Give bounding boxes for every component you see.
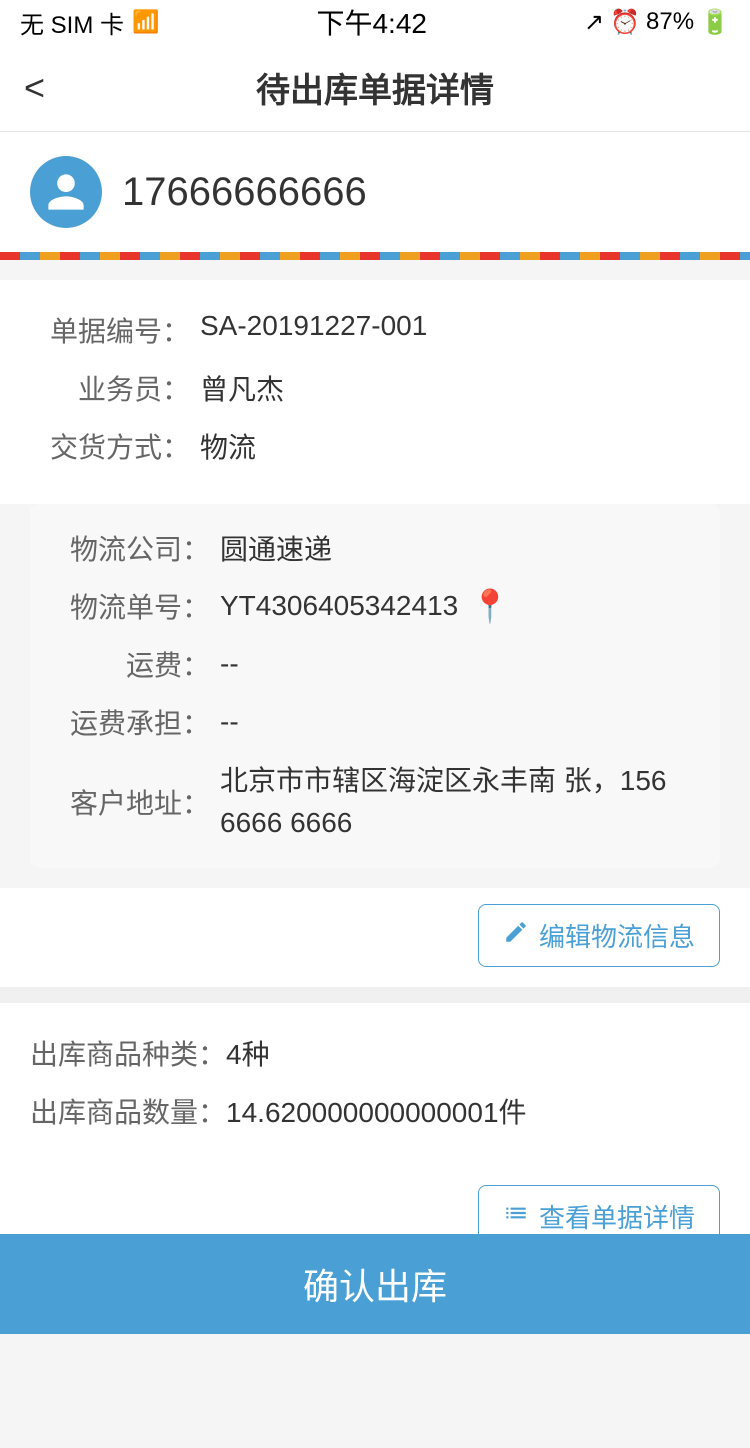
- avatar: [30, 156, 102, 228]
- status-left: 无 SIM 卡 📶: [20, 5, 159, 40]
- location-status-icon: ↗: [584, 8, 604, 37]
- battery-icon: 🔋: [700, 8, 730, 37]
- tracking-row: 物流单号： YT4306405342413 📍: [50, 586, 700, 626]
- freight-burden-row: 运费承担： --: [50, 702, 700, 742]
- salesperson-value: 曾凡杰: [190, 368, 720, 408]
- delivery-label: 交货方式：: [30, 426, 190, 466]
- delivery-value: 物流: [190, 426, 720, 466]
- clock-icon: ⏰: [610, 8, 640, 37]
- address-row: 客户地址： 北京市市辖区海淀区永丰南 张，156 6666 6666: [50, 760, 700, 844]
- address-value: 北京市市辖区海淀区永丰南 张，156 6666 6666: [210, 760, 700, 844]
- doc-number-row: 单据编号： SA-20191227-001: [30, 310, 720, 350]
- confirm-button-label: 确认出库: [303, 1258, 447, 1310]
- freight-burden-value: --: [210, 706, 700, 738]
- edit-logistics-button[interactable]: 编辑物流信息: [478, 904, 720, 967]
- goods-section: 出库商品种类： 4种 出库商品数量： 14.620000000000001件: [0, 1003, 750, 1169]
- list-icon: [503, 1200, 529, 1233]
- goods-category-label: 出库商品种类：: [30, 1033, 226, 1073]
- order-info-section: 单据编号： SA-20191227-001 业务员： 曾凡杰 交货方式： 物流: [0, 280, 750, 504]
- company-row: 物流公司： 圆通速递: [50, 528, 700, 568]
- back-button[interactable]: <: [24, 67, 45, 109]
- tracking-value: YT4306405342413 📍: [210, 587, 700, 625]
- address-label: 客户地址：: [50, 782, 210, 822]
- doc-number-value: SA-20191227-001: [190, 310, 720, 342]
- freight-row: 运费： --: [50, 644, 700, 684]
- carrier-label: 无 SIM 卡: [20, 5, 124, 40]
- company-value: 圆通速递: [210, 528, 700, 568]
- delivery-row: 交货方式： 物流: [30, 426, 720, 466]
- status-bar: 无 SIM 卡 📶 下午4:42 ↗ ⏰ 87% 🔋: [0, 0, 750, 44]
- wifi-icon: 📶: [132, 9, 159, 35]
- page-title: 待出库单据详情: [256, 63, 494, 112]
- confirm-bar[interactable]: 确认出库: [0, 1234, 750, 1334]
- goods-category-value: 4种: [226, 1033, 720, 1073]
- freight-label: 运费：: [50, 644, 210, 684]
- salesperson-row: 业务员： 曾凡杰: [30, 368, 720, 408]
- edit-icon: [503, 919, 529, 952]
- goods-quantity-value: 14.620000000000001件: [226, 1091, 720, 1131]
- user-icon: [44, 170, 88, 214]
- logistics-card: 物流公司： 圆通速递 物流单号： YT4306405342413 📍 运费： -…: [30, 504, 720, 868]
- freight-value: --: [210, 648, 700, 680]
- goods-category-row: 出库商品种类： 4种: [30, 1033, 720, 1073]
- tracking-label: 物流单号：: [50, 586, 210, 626]
- goods-quantity-label: 出库商品数量：: [30, 1091, 226, 1131]
- customer-phone: 17666666666: [122, 170, 367, 215]
- status-right: ↗ ⏰ 87% 🔋: [584, 8, 730, 37]
- customer-section: 17666666666: [0, 132, 750, 252]
- nav-bar: < 待出库单据详情: [0, 44, 750, 132]
- tracking-location-icon[interactable]: 📍: [470, 587, 510, 625]
- dashed-divider: [0, 252, 750, 260]
- doc-number-label: 单据编号：: [30, 310, 190, 350]
- battery-label: 87%: [646, 8, 694, 36]
- edit-logistics-row: 编辑物流信息: [0, 888, 750, 987]
- goods-quantity-row: 出库商品数量： 14.620000000000001件: [30, 1091, 720, 1131]
- section-divider: [0, 987, 750, 1003]
- salesperson-label: 业务员：: [30, 368, 190, 408]
- freight-burden-label: 运费承担：: [50, 702, 210, 742]
- status-time: 下午4:42: [316, 2, 427, 42]
- company-label: 物流公司：: [50, 528, 210, 568]
